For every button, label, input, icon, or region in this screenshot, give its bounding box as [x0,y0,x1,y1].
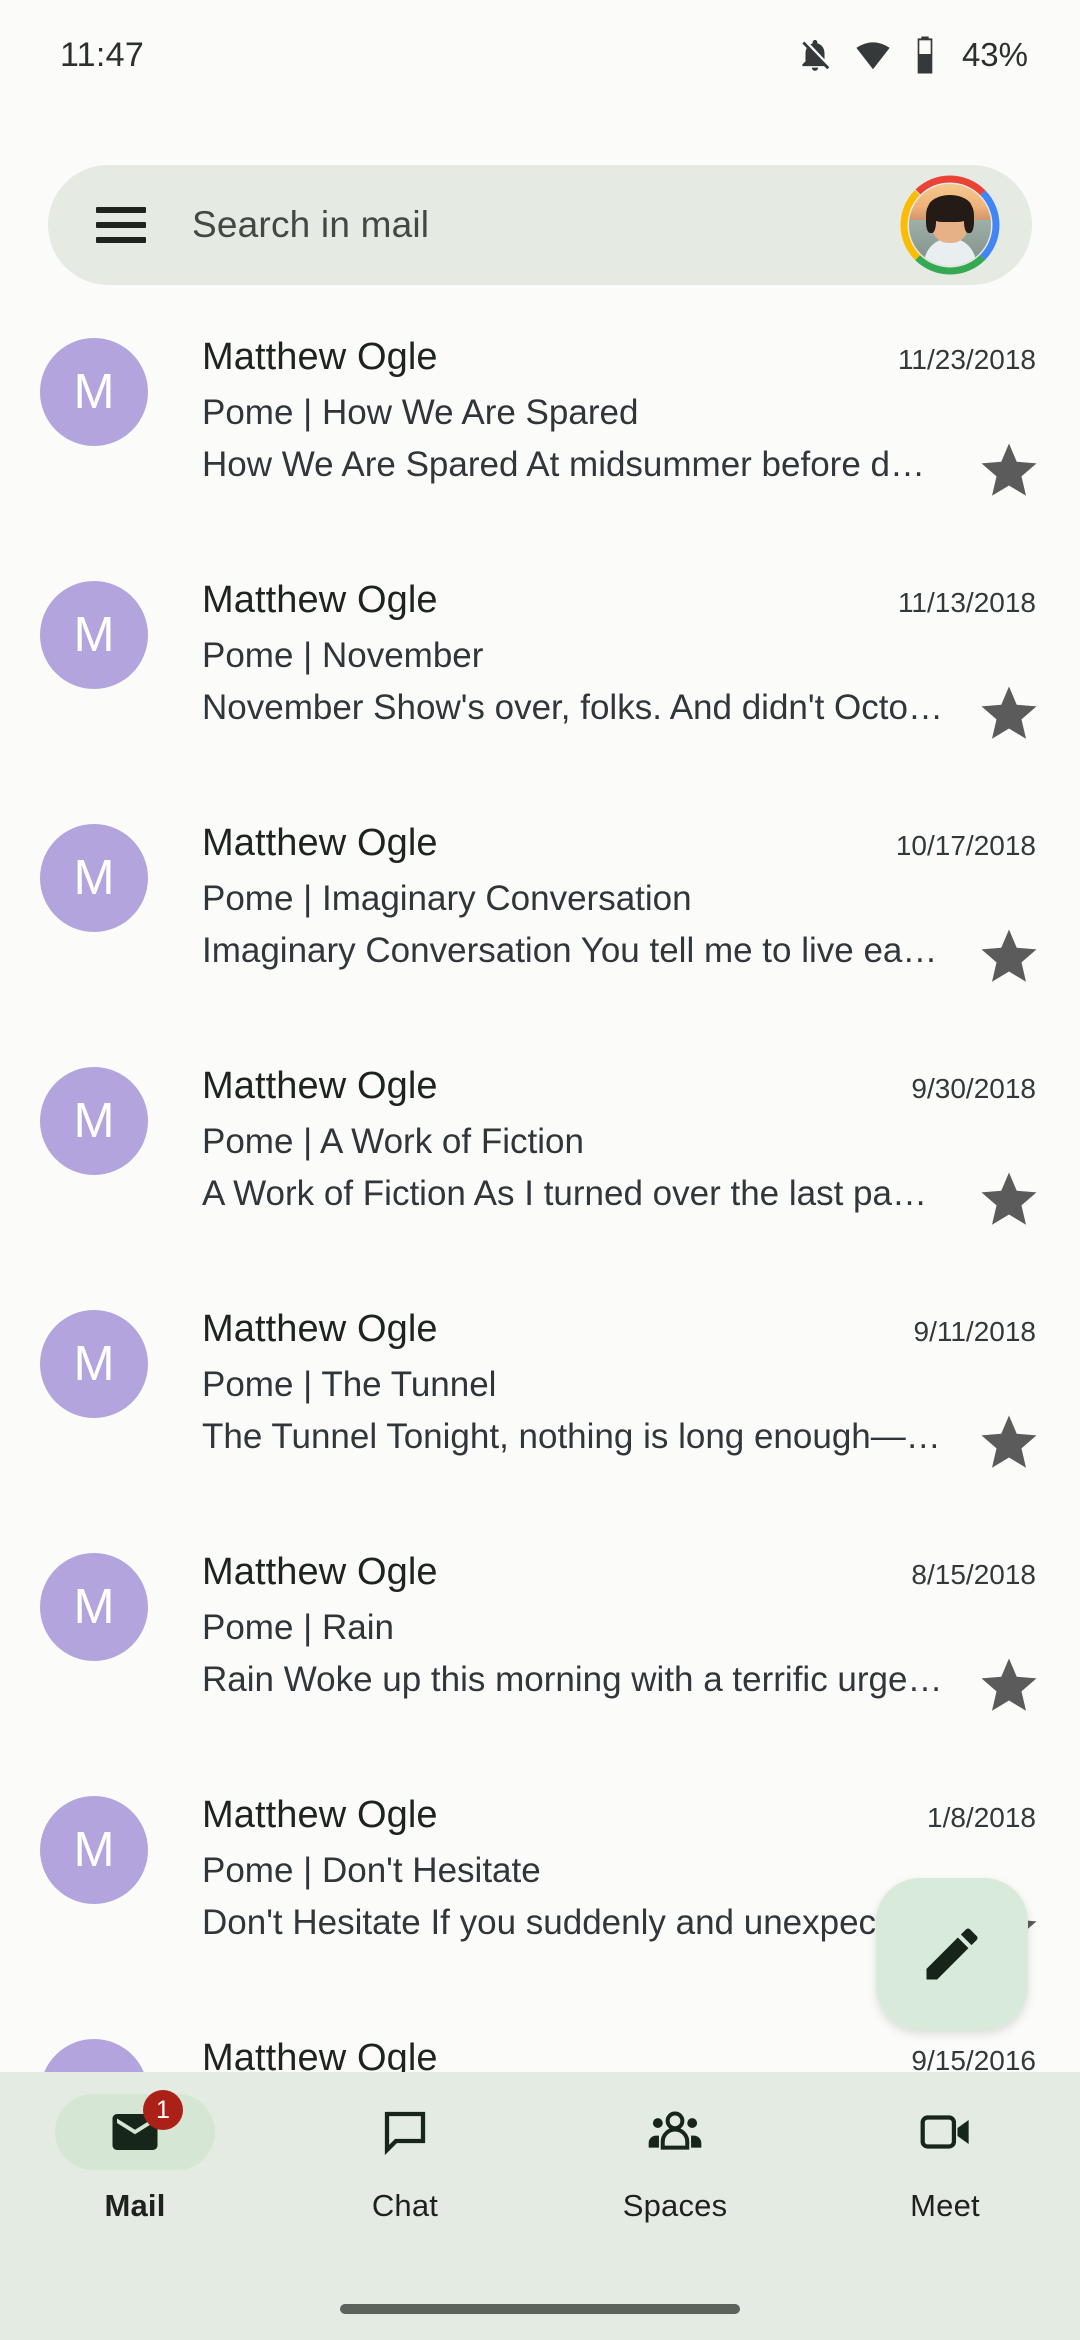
star-icon[interactable] [976,924,1042,990]
email-date: 10/17/2018 [895,830,1036,861]
battery-icon [917,36,933,74]
email-snippet: A Work of Fiction As I turned over the l… [202,1174,976,1213]
email-subject: Pome | The Tunnel [202,1365,497,1404]
avatar: M [40,1310,148,1418]
nav-chat-pill[interactable] [325,2094,485,2170]
email-snippet: November Show's over, folks. And didn't … [202,688,982,727]
table-row[interactable]: M Matthew Ogle 8/15/2018 Pome | Rain Rai… [0,1525,1080,1768]
email-date: 9/11/2018 [913,1316,1037,1347]
battery-percent: 43% [961,36,1028,73]
email-snippet: The Tunnel Tonight, nothing is long enou… [202,1417,968,1456]
compose-fab-button[interactable] [876,1878,1028,2030]
email-date: 11/13/2018 [897,587,1036,618]
email-subject: Pome | Imaginary Conversation [202,879,692,918]
nav-meet-label: Meet [910,2188,980,2223]
status-badge: 1 [143,2090,183,2130]
wifi-icon [856,42,890,70]
sender-name: Matthew Ogle [202,1794,438,1836]
sender-name: Matthew Ogle [202,1065,438,1107]
sender-name: Matthew Ogle [202,336,438,378]
avatar: M [40,581,148,689]
hamburger-menu-icon[interactable] [96,207,146,243]
nav-spaces-label: Spaces [622,2188,728,2223]
sender-name: Matthew Ogle [202,1308,438,1350]
search-bar[interactable]: Search in mail [48,165,1032,285]
avatar: M [40,338,148,446]
table-row[interactable]: M Matthew Ogle 10/17/2018 Pome | Imagina… [0,796,1080,1039]
table-row[interactable]: M Matthew Ogle 9/11/2018 Pome | The Tunn… [0,1282,1080,1525]
pencil-compose-icon [926,1928,978,1980]
nav-item-meet[interactable]: Meet [810,2094,1080,2272]
avatar: M [40,824,148,932]
avatar-photo [909,184,991,266]
email-subject: Pome | Rain [202,1608,394,1647]
sender-name: Matthew Ogle [202,579,438,621]
spaces-people-icon [648,2111,702,2150]
sender-name: Matthew Ogle [202,822,438,864]
avatar: M [40,1796,148,1904]
avatar: M [40,1553,148,1661]
sender-name: Matthew Ogle [202,1551,438,1593]
email-snippet: How We Are Spared At midsummer before da… [202,445,990,484]
star-icon[interactable] [976,1653,1042,1719]
status-bar: 11:47 43% [0,0,1080,110]
email-date: 8/15/2018 [911,1559,1036,1590]
notifications-off-icon [802,39,830,71]
email-date: 9/30/2018 [911,1073,1036,1104]
email-snippet: Imaginary Conversation You tell me to li… [202,931,975,970]
nav-item-spaces[interactable]: Spaces [540,2094,810,2272]
email-subject: Pome | A Work of Fiction [202,1122,584,1161]
avatar: M [40,1067,148,1175]
table-row[interactable]: M Matthew Ogle 11/23/2018 Pome | How We … [0,310,1080,553]
nav-item-mail[interactable]: 1 Mail [0,2090,270,2272]
account-avatar[interactable] [898,173,1002,277]
star-icon[interactable] [976,438,1042,504]
search-input[interactable]: Search in mail [192,204,898,246]
star-icon[interactable] [976,1410,1042,1476]
status-icons: 43% [796,35,1028,75]
video-camera-icon [920,2115,969,2149]
table-row[interactable]: M Matthew Ogle 11/13/2018 Pome | Novembe… [0,553,1080,796]
gmail-app-screen: 11:47 43% Search in mail M Matthew Ogle … [0,0,1080,2340]
email-snippet: Rain Woke up this morning with a terrifi… [202,1660,982,1699]
nav-mail-pill[interactable]: 1 [55,2090,215,2170]
nav-meet-pill[interactable] [865,2094,1025,2170]
email-subject: Pome | November [202,636,484,675]
gesture-home-indicator[interactable] [340,2304,740,2314]
nav-item-chat[interactable]: Chat [270,2094,540,2272]
nav-chat-label: Chat [371,2188,439,2223]
nav-mail-label: Mail [104,2188,166,2223]
email-date: 1/8/2018 [927,1802,1036,1833]
status-time: 11:47 [60,35,145,74]
email-date: 11/23/2018 [897,344,1036,375]
table-row[interactable]: M Matthew Ogle 9/30/2018 Pome | A Work o… [0,1039,1080,1282]
star-icon[interactable] [976,681,1042,747]
bottom-navigation-bar: 1 Mail Chat Spaces Meet [0,2072,1080,2340]
chat-bubble-icon [384,2111,426,2156]
star-icon[interactable] [976,1167,1042,1233]
nav-spaces-pill[interactable] [595,2094,755,2170]
email-subject: Pome | How We Are Spared [202,393,639,432]
